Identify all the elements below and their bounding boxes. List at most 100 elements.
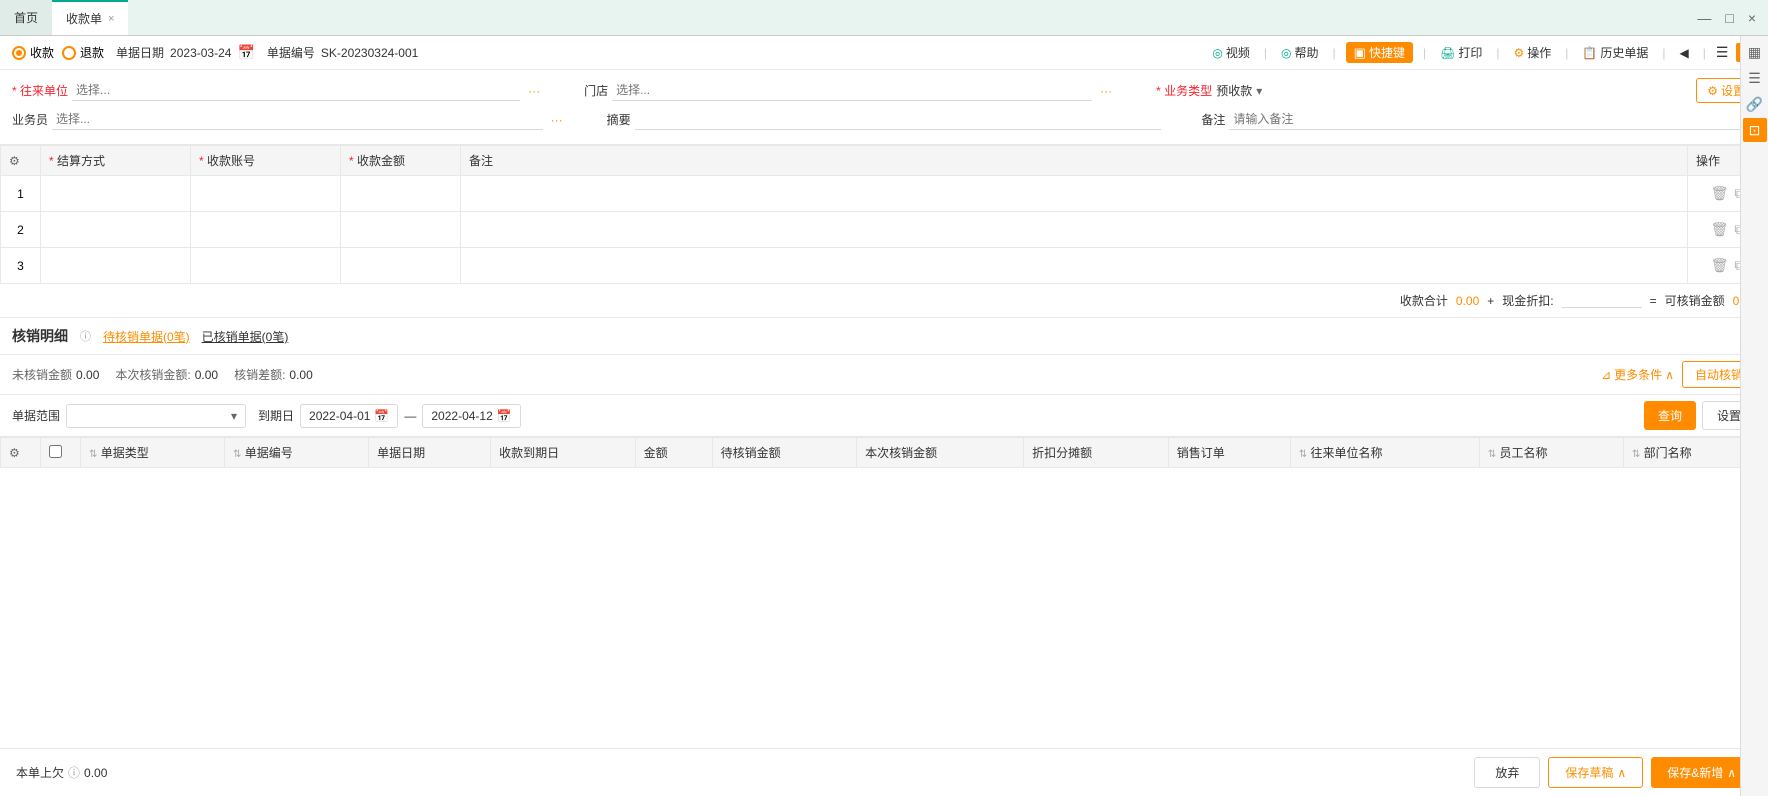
row3-settle-input[interactable] — [41, 248, 190, 283]
row1-settle[interactable] — [41, 176, 191, 212]
partner-more-btn[interactable]: ··· — [524, 84, 544, 98]
col-settings-header[interactable]: ⚙ — [1, 146, 41, 176]
row2-account[interactable] — [191, 212, 341, 248]
store-input[interactable] — [612, 80, 1092, 101]
number-label: 单据编号 — [267, 44, 315, 61]
verify-table-wrapper: ⚙ ⇅ 单据类型 ⇅ 单据编号 — [0, 437, 1768, 468]
sep4: | — [1496, 46, 1499, 60]
tab-home[interactable]: 首页 — [0, 0, 52, 35]
sort-type-icon[interactable]: ⇅ — [89, 449, 97, 460]
row1-delete-icon[interactable]: 🗑 — [1711, 185, 1729, 202]
pending-tab[interactable]: 待核销单据(0笔) — [103, 328, 190, 345]
radio-receipt[interactable]: 收款 — [12, 44, 54, 61]
query-button[interactable]: 查询 — [1644, 401, 1696, 430]
table-settings-icon[interactable]: ⚙ — [9, 154, 20, 168]
row3-amount[interactable] — [341, 248, 461, 284]
save-new-arrow[interactable]: ∧ — [1727, 766, 1736, 780]
radio-refund[interactable]: 退款 — [62, 44, 104, 61]
verify-section: 核销明细 ⓘ 待核销单据(0笔) 已核销单据(0笔) 未核销金额 0.00 本次… — [0, 318, 1768, 748]
row2-remark-input[interactable] — [461, 212, 1687, 247]
more-conditions-btn[interactable]: ⊿ 更多条件 ∧ — [1601, 366, 1674, 383]
calendar-icon[interactable]: 📅 — [237, 44, 254, 61]
store-more-btn[interactable]: ··· — [1096, 84, 1116, 98]
abandon-button[interactable]: 放弃 — [1474, 757, 1540, 788]
verify-col-current-label: 本次核销金额 — [865, 446, 937, 460]
nav-prev-btn[interactable]: ◀ — [1675, 44, 1692, 62]
save-draft-arrow[interactable]: ∧ — [1617, 766, 1626, 780]
sidebar-attachment-icon[interactable]: 🔗 — [1743, 92, 1767, 116]
date-from-picker[interactable]: 2022-04-01 📅 — [300, 404, 398, 428]
verify-select-all[interactable] — [49, 445, 62, 458]
row2-amount-input[interactable] — [341, 212, 460, 247]
verify-table: ⚙ ⇅ 单据类型 ⇅ 单据编号 — [0, 437, 1768, 468]
window-close-btn[interactable]: × — [1744, 8, 1760, 28]
history-btn[interactable]: 📋 历史单据 — [1578, 42, 1652, 63]
cal-to-icon[interactable]: 📅 — [497, 409, 512, 423]
window-min-btn[interactable]: — — [1693, 8, 1715, 28]
done-tab[interactable]: 已核销单据(0笔) — [202, 328, 289, 345]
range-select[interactable]: ▾ — [66, 404, 246, 428]
row3-settle[interactable] — [41, 248, 191, 284]
staff-more-btn[interactable]: ··· — [547, 113, 567, 127]
discount-input[interactable] — [1562, 293, 1642, 308]
tab-receipt[interactable]: 收款单 × — [52, 0, 128, 35]
range-arrow[interactable]: ▾ — [231, 409, 237, 423]
range-field: 单据范围 ▾ — [12, 404, 246, 428]
row2-account-input[interactable] — [191, 212, 340, 247]
sort-number-icon[interactable]: ⇅ — [233, 449, 241, 460]
video-btn[interactable]: ◎ 视频 — [1208, 42, 1254, 63]
row3-account[interactable] — [191, 248, 341, 284]
sort-partner-icon[interactable]: ⇅ — [1299, 449, 1307, 460]
shortcut-btn[interactable]: ▣ 快捷键 — [1346, 42, 1413, 63]
save-draft-button[interactable]: 保存草稿 ∧ — [1548, 757, 1643, 788]
sort-staff-icon[interactable]: ⇅ — [1488, 449, 1496, 460]
row2-settle-input[interactable] — [41, 212, 190, 247]
abstract-input[interactable] — [635, 109, 1162, 130]
row2-remark[interactable] — [461, 212, 1688, 248]
row1-amount[interactable] — [341, 176, 461, 212]
row3-remark[interactable] — [461, 248, 1688, 284]
remark-input[interactable] — [1229, 109, 1756, 130]
row3-delete-icon[interactable]: 🗑 — [1711, 257, 1729, 274]
row1-settle-input[interactable] — [41, 176, 190, 211]
window-restore-btn[interactable]: □ — [1721, 8, 1737, 28]
row3-amount-input[interactable] — [341, 248, 460, 283]
row1-remark-input[interactable] — [461, 176, 1687, 211]
row2-settle[interactable] — [41, 212, 191, 248]
save-new-button[interactable]: 保存&新增 ∧ — [1651, 757, 1752, 788]
row3-account-input[interactable] — [191, 248, 340, 283]
verify-table-settings-icon[interactable]: ⚙ — [9, 446, 20, 460]
biz-type-dropdown[interactable]: 预收款 ▾ — [1216, 82, 1688, 99]
form-area: * 往来单位 ··· 门店 ··· * 业务类型 预收款 ▾ ⚙ — [0, 70, 1768, 145]
staff-input[interactable] — [52, 109, 543, 130]
date-label: 单据日期 — [116, 44, 164, 61]
sidebar-screenshot-icon[interactable]: ⊡ — [1743, 118, 1767, 142]
verify-col-checkbox[interactable] — [41, 438, 81, 468]
verify-info-icon[interactable]: ⓘ — [80, 328, 91, 344]
row3-remark-input[interactable] — [461, 248, 1687, 283]
help-btn[interactable]: ◎ 帮助 — [1277, 42, 1323, 63]
row2-delete-icon[interactable]: 🗑 — [1711, 221, 1729, 238]
biz-type-value: 预收款 — [1216, 82, 1252, 99]
receipt-table-wrapper: ⚙ * 结算方式 * 收款账号 * 收款金额 备注 — [0, 145, 1768, 284]
row1-remark[interactable] — [461, 176, 1688, 212]
verify-col-settings[interactable]: ⚙ — [1, 438, 41, 468]
unverified-stat: 未核销金额 0.00 — [12, 366, 99, 383]
sidebar-table-icon[interactable]: ☰ — [1743, 66, 1767, 90]
menu-icon[interactable]: ☰ — [1716, 44, 1729, 61]
row2-amount[interactable] — [341, 212, 461, 248]
cal-from-icon[interactable]: 📅 — [374, 409, 389, 423]
bottom-info-icon[interactable]: ⓘ — [68, 764, 80, 781]
sidebar-grid-icon[interactable]: ▦ — [1743, 40, 1767, 64]
row1-amount-input[interactable] — [341, 176, 460, 211]
date-to-picker[interactable]: 2022-04-12 📅 — [422, 404, 520, 428]
partner-input[interactable] — [72, 80, 520, 101]
row1-account-input[interactable] — [191, 176, 340, 211]
print-btn[interactable]: 🖨 打印 — [1436, 42, 1486, 63]
row1-account[interactable] — [191, 176, 341, 212]
operation-btn[interactable]: ⚙ 操作 — [1509, 42, 1555, 63]
number-field: 单据编号 SK-20230324-001 — [267, 44, 418, 61]
biz-type-arrow[interactable]: ▾ — [1256, 84, 1262, 98]
tab-close-icon[interactable]: × — [108, 13, 114, 25]
sort-dept-icon[interactable]: ⇅ — [1632, 449, 1640, 460]
